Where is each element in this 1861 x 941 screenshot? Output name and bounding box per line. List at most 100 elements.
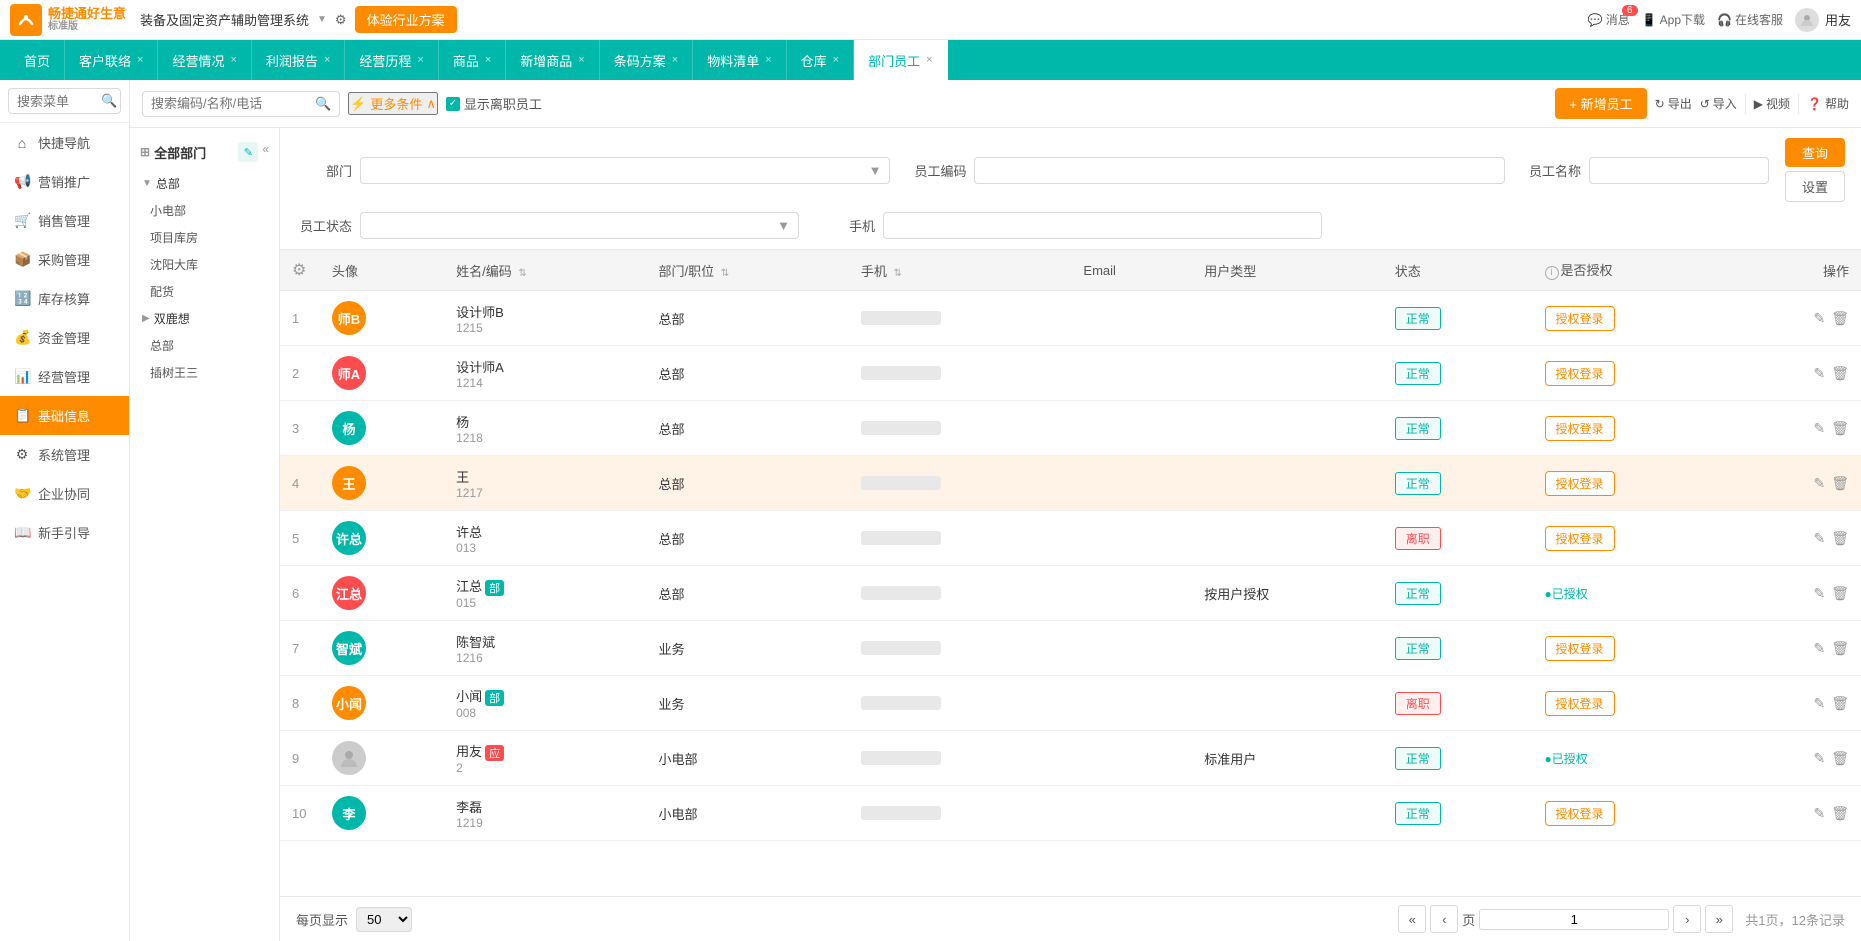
dept-tree-item[interactable]: ▶ 双鹿想 — [136, 305, 273, 332]
phone-filter-input[interactable] — [883, 212, 1322, 239]
app-download-btn[interactable]: 📱 App下载 — [1642, 11, 1705, 28]
dept-tree-item[interactable]: ▼ 总部 — [136, 170, 273, 197]
col-dept-position[interactable]: 部门/职位 ⇅ — [647, 250, 849, 291]
tab-barcode-close[interactable]: × — [672, 54, 678, 66]
delete-button[interactable]: 🗑 — [1831, 750, 1849, 767]
dept-tree-item[interactable]: 小电部 — [136, 197, 273, 224]
sidebar-item-marketing[interactable]: 📢 营销推广 — [0, 162, 129, 201]
delete-button[interactable]: 🗑 — [1831, 640, 1849, 657]
tab-dept-employee[interactable]: 部门员工 × — [854, 40, 947, 80]
tab-profit-close[interactable]: × — [324, 54, 330, 66]
auth-button[interactable]: 授权登录 — [1545, 801, 1615, 826]
tab-history-close[interactable]: × — [417, 54, 423, 66]
auth-button[interactable]: 授权登录 — [1545, 526, 1615, 551]
dept-filter-select[interactable]: ▼ — [360, 157, 890, 184]
sidebar-item-enterprise[interactable]: 🤝 企业协同 — [0, 474, 129, 513]
delete-button[interactable]: 🗑 — [1831, 310, 1849, 327]
more-conditions-btn[interactable]: ⚡ 更多条件 ∧ — [348, 92, 438, 115]
online-service-btn[interactable]: 🎧 在线客服 — [1717, 11, 1783, 28]
tab-warehouse-close[interactable]: × — [833, 54, 839, 66]
edit-button[interactable]: ✎ — [1813, 805, 1825, 822]
auth-button[interactable]: 授权登录 — [1545, 471, 1615, 496]
sidebar-item-purchase[interactable]: 📦 采购管理 — [0, 240, 129, 279]
col-settings[interactable]: ⚙ — [280, 250, 320, 291]
sidebar-item-sales[interactable]: 🛒 销售管理 — [0, 201, 129, 240]
edit-button[interactable]: ✎ — [1813, 365, 1825, 382]
delete-button[interactable]: 🗑 — [1831, 530, 1849, 547]
edit-button[interactable]: ✎ — [1813, 530, 1825, 547]
tab-bom-close[interactable]: × — [765, 54, 771, 66]
tab-add-goods[interactable]: 新增商品 × — [506, 40, 599, 80]
delete-button[interactable]: 🗑 — [1831, 585, 1849, 602]
dept-tree-item[interactable]: 配货 — [136, 278, 273, 305]
setup-button[interactable]: 设置 — [1785, 171, 1845, 202]
settings-icon[interactable]: ⚙ — [335, 12, 347, 28]
delete-button[interactable]: 🗑 — [1831, 365, 1849, 382]
import-button[interactable]: ↺ 导入 — [1700, 95, 1737, 112]
edit-button[interactable]: ✎ — [1813, 475, 1825, 492]
sidebar-item-quick-nav[interactable]: ⌂ 快捷导航 — [0, 123, 129, 162]
tab-dept-close[interactable]: × — [926, 54, 932, 66]
sidebar-search-input[interactable] — [17, 94, 97, 109]
user-area[interactable]: 用友 — [1795, 8, 1851, 32]
delete-button[interactable]: 🗑 — [1831, 805, 1849, 822]
tab-add-goods-close[interactable]: × — [578, 54, 584, 66]
help-button[interactable]: ❓ 帮助 — [1807, 95, 1849, 112]
status-filter-select[interactable]: ▼ — [360, 212, 799, 239]
edit-button[interactable]: ✎ — [1813, 695, 1825, 712]
tab-operation-close[interactable]: × — [230, 54, 236, 66]
resigned-checkbox[interactable]: ✓ — [446, 97, 460, 111]
tab-operation-status[interactable]: 经营情况 × — [158, 40, 251, 80]
page-size-select[interactable]: 50 20 100 — [356, 907, 412, 932]
dept-all-label[interactable]: ⊞ 全部部门 — [140, 143, 206, 162]
code-filter-input[interactable] — [974, 157, 1505, 184]
tab-warehouse[interactable]: 仓库 × — [787, 40, 854, 80]
tab-profit-report[interactable]: 利润报告 × — [252, 40, 345, 80]
tab-bom[interactable]: 物料清单 × — [693, 40, 786, 80]
employee-search-icon[interactable]: 🔍 — [315, 96, 331, 112]
next-page-btn[interactable]: › — [1673, 905, 1701, 933]
last-page-btn[interactable]: » — [1705, 905, 1733, 933]
first-page-btn[interactable]: « — [1398, 905, 1426, 933]
tab-home[interactable]: 首页 — [10, 40, 65, 80]
edit-button[interactable]: ✎ — [1813, 640, 1825, 657]
auth-button[interactable]: 授权登录 — [1545, 361, 1615, 386]
auth-button[interactable]: 授权登录 — [1545, 416, 1615, 441]
dept-tree-item[interactable]: 项目库房 — [136, 224, 273, 251]
tab-operation-history[interactable]: 经营历程 × — [345, 40, 438, 80]
add-employee-button[interactable]: + 新增员工 — [1555, 88, 1646, 119]
edit-button[interactable]: ✎ — [1813, 585, 1825, 602]
export-button[interactable]: ↻ 导出 — [1655, 95, 1692, 112]
col-phone[interactable]: 手机 ⇅ — [849, 250, 1071, 291]
sidebar-item-finance[interactable]: 💰 资金管理 — [0, 318, 129, 357]
page-current-input[interactable] — [1479, 909, 1669, 930]
tab-customer-close[interactable]: × — [137, 54, 143, 66]
edit-button[interactable]: ✎ — [1813, 420, 1825, 437]
edit-button[interactable]: ✎ — [1813, 750, 1825, 767]
dept-tree-item[interactable]: 沈阳大库 — [136, 251, 273, 278]
sidebar-item-system[interactable]: ⚙ 系统管理 — [0, 435, 129, 474]
title-dropdown-arrow[interactable]: ▼ — [317, 14, 327, 25]
tab-barcode[interactable]: 条码方案 × — [600, 40, 693, 80]
dept-tree-item[interactable]: 总部 — [136, 332, 273, 359]
delete-button[interactable]: 🗑 — [1831, 695, 1849, 712]
col-name-code[interactable]: 姓名/编码 ⇅ — [444, 250, 646, 291]
sidebar-item-basic[interactable]: 📋 基础信息 — [0, 396, 129, 435]
delete-button[interactable]: 🗑 — [1831, 420, 1849, 437]
dept-collapse-btn[interactable]: « — [262, 142, 269, 162]
tab-customer[interactable]: 客户联络 × — [65, 40, 158, 80]
edit-button[interactable]: ✎ — [1813, 310, 1825, 327]
sidebar-item-operation[interactable]: 📊 经营管理 — [0, 357, 129, 396]
view-button[interactable]: ▶ 视频 — [1754, 95, 1790, 112]
sidebar-item-inventory[interactable]: 🔢 库存核算 — [0, 279, 129, 318]
message-btn[interactable]: 💬 消息 6 — [1588, 11, 1630, 28]
auth-button[interactable]: 授权登录 — [1545, 691, 1615, 716]
table-settings-icon[interactable]: ⚙ — [292, 262, 306, 279]
auth-button[interactable]: 授权登录 — [1545, 636, 1615, 661]
dept-tree-item[interactable]: 插树王三 — [136, 359, 273, 386]
query-button[interactable]: 查询 — [1785, 138, 1845, 167]
employee-search-input[interactable] — [151, 96, 311, 111]
name-filter-input[interactable] — [1589, 157, 1769, 184]
delete-button[interactable]: 🗑 — [1831, 475, 1849, 492]
show-resigned-toggle[interactable]: ✓ 显示离职员工 — [446, 94, 542, 113]
